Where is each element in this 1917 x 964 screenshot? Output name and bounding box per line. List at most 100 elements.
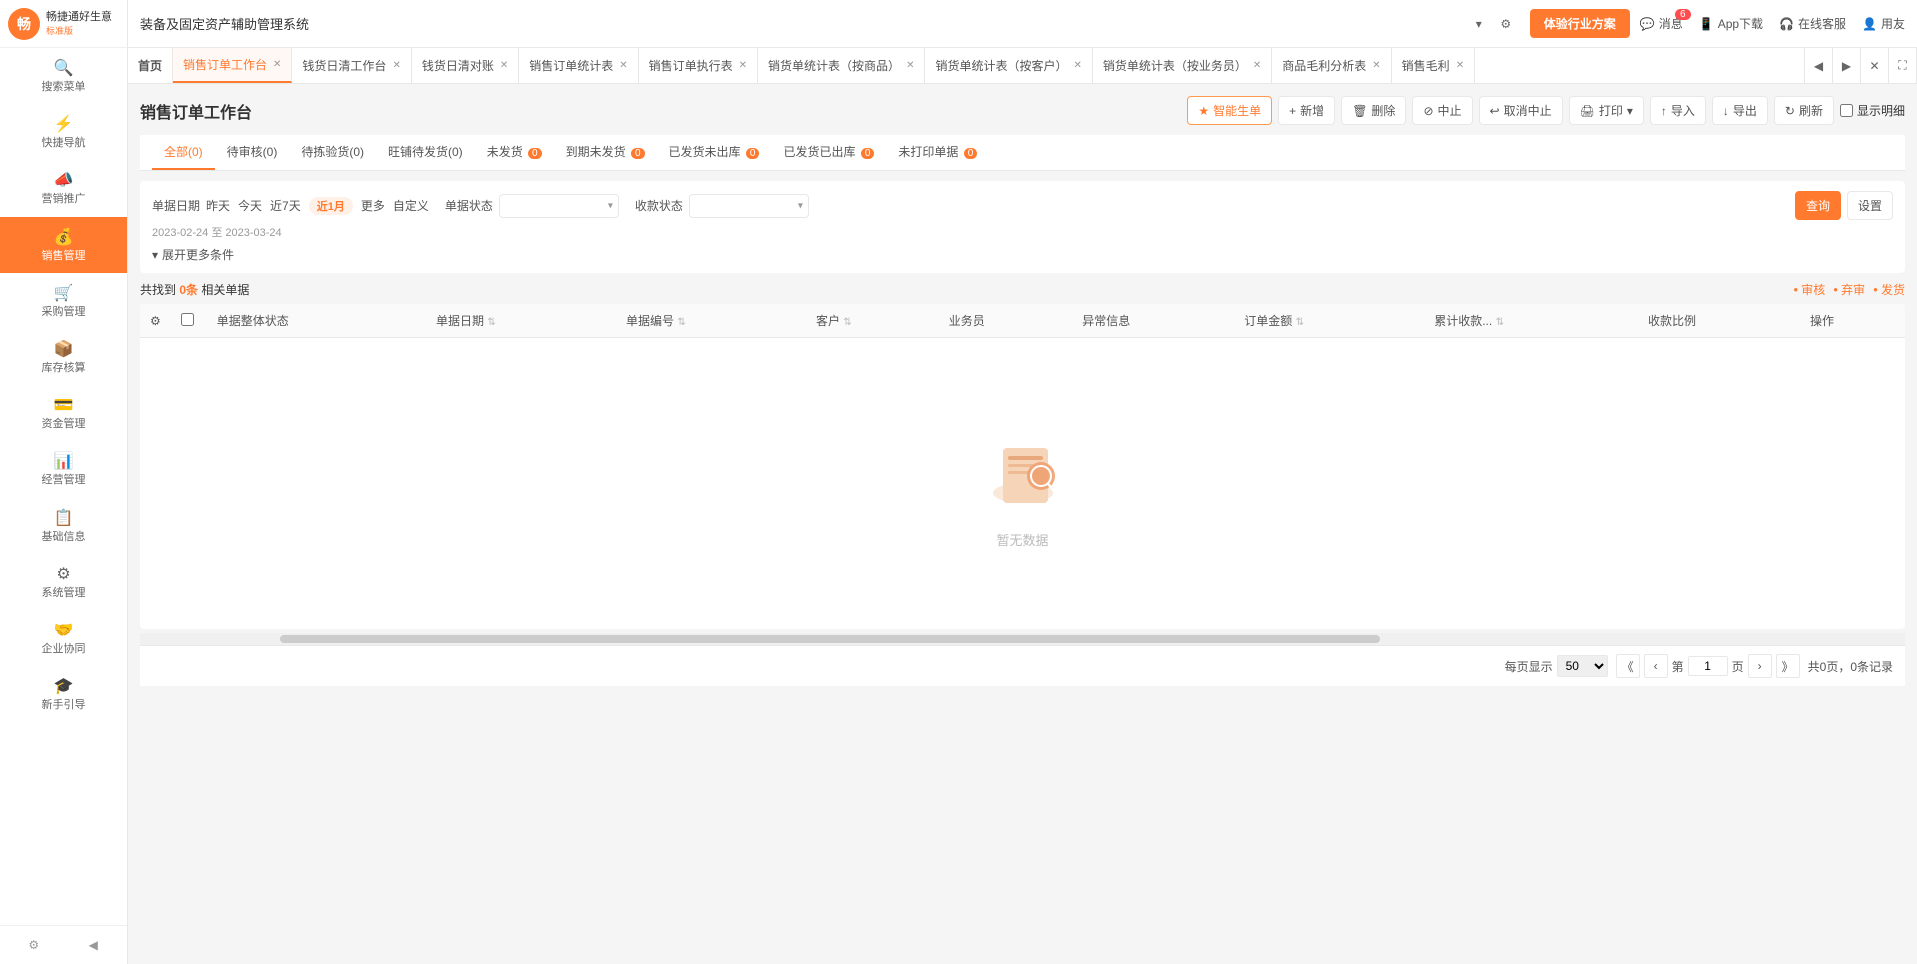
show-details-input[interactable] (1840, 104, 1853, 117)
sub-tab-unprinted[interactable]: 未打印单据 0 (886, 135, 989, 170)
tab-sales-summary-staff-close[interactable]: ✕ (1253, 60, 1261, 71)
sidebar-item-inventory[interactable]: 📦 库存核算 (0, 329, 127, 385)
topbar-cta-button[interactable]: 体验行业方案 (1530, 9, 1630, 38)
sidebar-item-search[interactable]: 🔍 搜索菜单 (0, 48, 127, 104)
sort-amount-icon[interactable]: ⇅ (1296, 317, 1304, 328)
tab-sales-profit-close[interactable]: ✕ (1456, 60, 1464, 71)
user-icon: 👤 (1862, 17, 1877, 31)
page-prev-button[interactable]: ‹ (1644, 654, 1668, 678)
tab-sales-summary-product-close[interactable]: ✕ (906, 60, 914, 71)
sub-tabs-container: 全部(0) 待审核(0) 待拣验货(0) 旺铺待发货(0) 未发货 0 (140, 135, 1905, 171)
tab-fullscreen-button[interactable]: ⛶ (1889, 48, 1917, 84)
tab-sales-exec[interactable]: 销售订单执行表 ✕ (639, 48, 758, 83)
tab-sales-stats-close[interactable]: ✕ (619, 60, 627, 71)
cancel-stop-label: 取消中止 (1504, 102, 1552, 119)
table-col-settings[interactable]: ⚙ (140, 304, 171, 338)
reject-action-button[interactable]: 弃审 (1833, 281, 1865, 298)
topbar-user[interactable]: 👤 用友 (1862, 15, 1905, 32)
expand-filter-button[interactable]: ▾ 展开更多条件 (152, 246, 1893, 263)
sidebar-collapse-button[interactable]: ◀ (68, 934, 120, 956)
sort-number-icon[interactable]: ⇅ (677, 317, 685, 328)
sidebar-settings-button[interactable]: ⚙ (8, 934, 60, 956)
filter-date-yesterday[interactable]: 昨天 (206, 197, 230, 215)
sub-tab-pending-inspect[interactable]: 待拣验货(0) (289, 135, 376, 170)
page-last-button[interactable]: 》 (1776, 654, 1800, 678)
tab-sales-profit[interactable]: 销售毛利 ✕ (1392, 48, 1475, 83)
refresh-button[interactable]: ↻ 刷新 (1774, 96, 1834, 125)
topbar-app-download[interactable]: 📱 App下载 (1699, 15, 1763, 32)
sidebar-item-guide[interactable]: 🎓 新手引导 (0, 666, 127, 722)
delete-button[interactable]: 🗑 删除 (1341, 96, 1406, 125)
sub-tab-shipped-out[interactable]: 已发货已出库 0 (771, 135, 886, 170)
sort-customer-icon[interactable]: ⇅ (843, 317, 851, 328)
tab-scroll-next-button[interactable]: ▶ (1833, 48, 1861, 84)
tab-home[interactable]: 首页 (128, 48, 173, 83)
tab-cash-reconcile[interactable]: 钱货日清对账 ✕ (412, 48, 519, 83)
topbar-support[interactable]: 🎧 在线客服 (1779, 15, 1846, 32)
tab-cash-daily-close[interactable]: ✕ (392, 60, 400, 71)
filter-date-7days[interactable]: 近7天 (270, 197, 301, 215)
page-label: 页 (1732, 658, 1744, 675)
tab-sales-summary-staff[interactable]: 销货单统计表（按业务员） ✕ (1093, 48, 1272, 83)
sort-date-icon[interactable]: ⇅ (487, 317, 495, 328)
page-next-button[interactable]: › (1748, 654, 1772, 678)
sidebar-item-sales[interactable]: 💰 销售管理 (0, 217, 127, 273)
page-size-dropdown[interactable]: 20 50 100 (1557, 655, 1608, 677)
tab-gross-margin[interactable]: 商品毛利分析表 ✕ (1272, 48, 1391, 83)
tab-cash-daily[interactable]: 钱货日清工作台 ✕ (292, 48, 411, 83)
ship-action-button[interactable]: 发货 (1873, 281, 1905, 298)
import-button[interactable]: ↑ 导入 (1650, 96, 1706, 125)
sidebar-item-marketing[interactable]: 📣 营销推广 (0, 160, 127, 216)
sidebar-item-basic[interactable]: 📋 基础信息 (0, 498, 127, 554)
new-button[interactable]: + 新增 (1278, 96, 1335, 125)
tab-sales-stats[interactable]: 销售订单统计表 ✕ (519, 48, 638, 83)
content-area: 销售订单工作台 ★ 智能生单 + 新增 🗑 删除 ⊘ (128, 84, 1917, 964)
horizontal-scrollbar[interactable] (140, 633, 1905, 645)
sub-tab-pending-review[interactable]: 待审核(0) (215, 135, 290, 170)
sidebar-item-finance[interactable]: 💳 资金管理 (0, 385, 127, 441)
review-action-button[interactable]: 审核 (1793, 281, 1825, 298)
scrollbar-thumb[interactable] (280, 635, 1380, 643)
filter-settings-button[interactable]: 设置 (1847, 191, 1893, 220)
tab-sales-summary-product[interactable]: 销货单统计表（按商品） ✕ (758, 48, 925, 83)
cancel-stop-button[interactable]: ↩ 取消中止 (1479, 96, 1563, 125)
tab-sales-summary-customer[interactable]: 销货单统计表（按客户） ✕ (925, 48, 1092, 83)
topbar-messages[interactable]: 💬 消息 6 (1640, 15, 1683, 32)
tab-scroll-prev-button[interactable]: ◀ (1805, 48, 1833, 84)
stop-button[interactable]: ⊘ 中止 (1412, 96, 1472, 125)
tab-sales-summary-customer-close[interactable]: ✕ (1073, 60, 1081, 71)
sort-collected-icon[interactable]: ⇅ (1496, 317, 1504, 328)
sidebar-item-cooperation[interactable]: 🤝 企业协同 (0, 610, 127, 666)
print-button[interactable]: 🖨 打印 ▾ (1569, 96, 1644, 125)
sub-tab-shipped-not-out[interactable]: 已发货未出库 0 (657, 135, 772, 170)
tab-gross-margin-close[interactable]: ✕ (1372, 60, 1380, 71)
sub-tab-all[interactable]: 全部(0) (152, 135, 215, 170)
page-first-button[interactable]: 《 (1616, 654, 1640, 678)
smart-create-button[interactable]: ★ 智能生单 (1187, 96, 1272, 125)
export-button[interactable]: ↓ 导出 (1712, 96, 1768, 125)
topbar-settings-button[interactable]: ⚙ (1492, 10, 1520, 38)
table-select-all-checkbox[interactable] (181, 313, 194, 326)
sidebar-item-purchase[interactable]: 🛒 采购管理 (0, 273, 127, 329)
filter-status-select[interactable] (499, 194, 619, 218)
sidebar-item-system[interactable]: ⚙ 系统管理 (0, 554, 127, 610)
tab-close-all-button[interactable]: ✕ (1861, 48, 1889, 84)
sub-tab-wangpu[interactable]: 旺铺待发货(0) (376, 135, 475, 170)
filter-date-1month[interactable]: 近1月 (309, 197, 353, 215)
page-number-input[interactable] (1688, 656, 1728, 676)
tab-sales-exec-close[interactable]: ✕ (739, 60, 747, 71)
filter-date-more[interactable]: 更多 (361, 197, 385, 215)
query-button[interactable]: 查询 (1795, 191, 1841, 220)
filter-payment-select[interactable] (689, 194, 809, 218)
sub-tab-overdue[interactable]: 到期未发货 0 (554, 135, 657, 170)
topbar-dropdown[interactable]: ▾ (1476, 17, 1482, 31)
tab-sales-workbench[interactable]: 销售订单工作台 ✕ (173, 48, 292, 83)
filter-date-custom[interactable]: 自定义 (393, 197, 429, 215)
show-details-checkbox[interactable]: 显示明细 (1840, 102, 1905, 119)
tab-sales-workbench-close[interactable]: ✕ (273, 59, 281, 70)
sidebar-item-quick-nav[interactable]: ⚡ 快捷导航 (0, 104, 127, 160)
filter-date-today[interactable]: 今天 (238, 197, 262, 215)
sub-tab-unshipped[interactable]: 未发货 0 (475, 135, 554, 170)
tab-cash-reconcile-close[interactable]: ✕ (500, 60, 508, 71)
sidebar-item-operation[interactable]: 📊 经营管理 (0, 441, 127, 497)
